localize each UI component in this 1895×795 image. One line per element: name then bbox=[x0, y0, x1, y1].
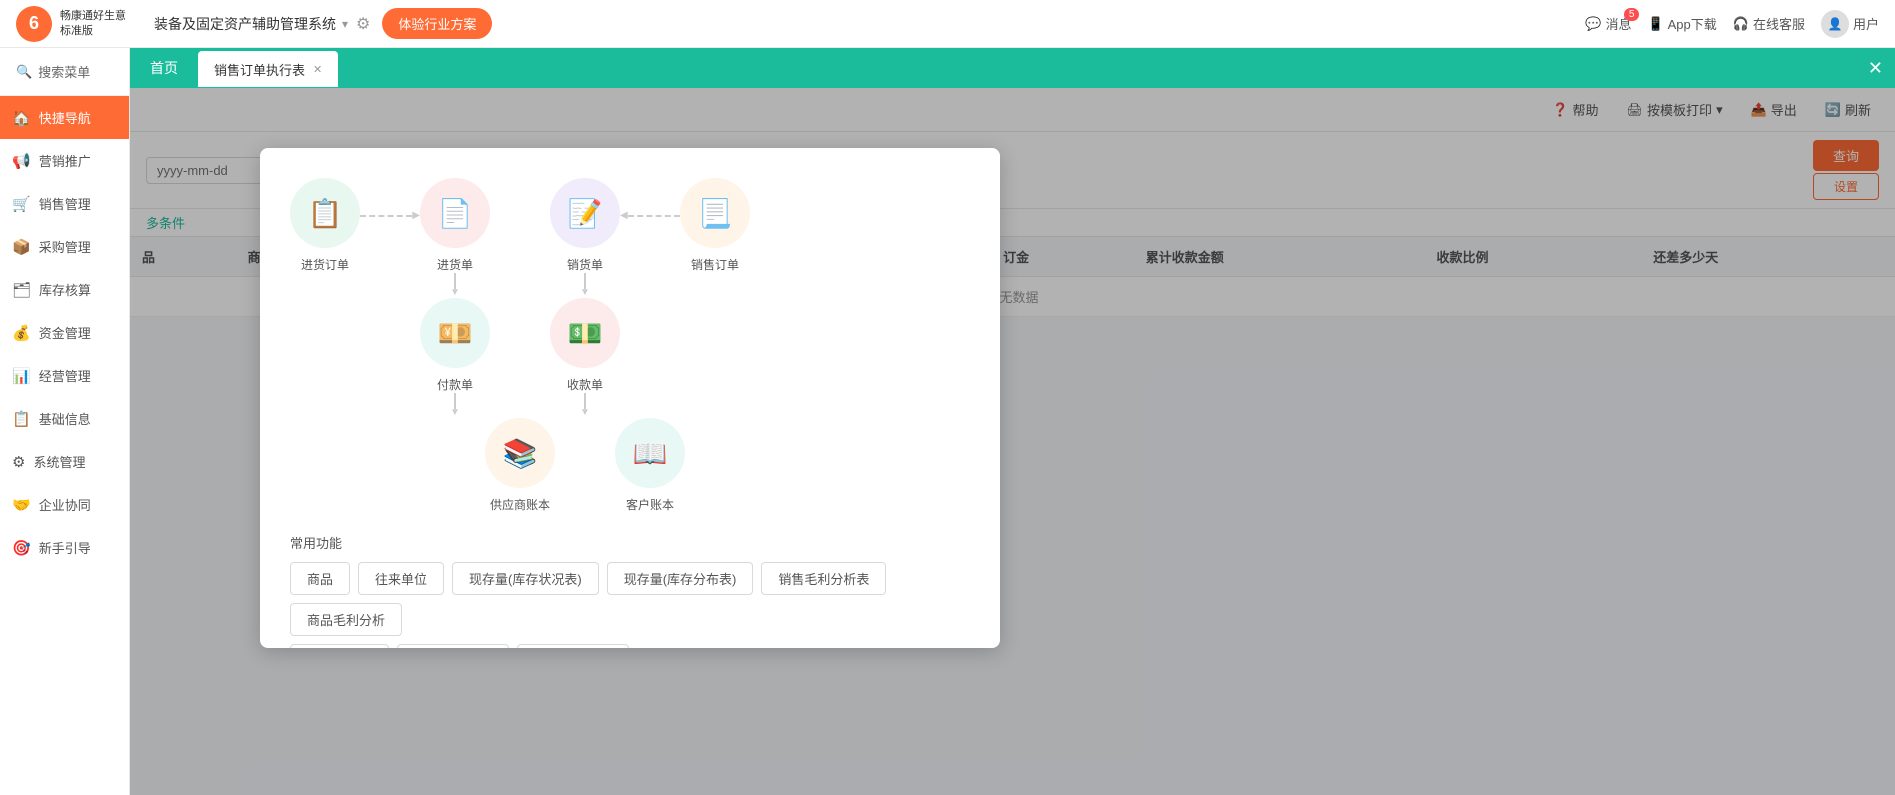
message-btn[interactable]: 💬 消息 5 bbox=[1585, 14, 1631, 33]
online-service-btn[interactable]: 🎧 在线客服 bbox=[1733, 14, 1805, 33]
message-badge: 5 bbox=[1624, 8, 1640, 21]
func-btn-stock-dist[interactable]: 现存量(库存分布表) bbox=[607, 562, 754, 595]
gear-icon[interactable]: ⚙ bbox=[356, 14, 370, 34]
guide-icon: 🎯 bbox=[12, 539, 31, 557]
search-icon: 🔍 bbox=[16, 64, 32, 80]
logo-area: 6 畅康通好生意 标准版 bbox=[16, 6, 146, 42]
sidebar-item-guide[interactable]: 🎯 新手引导 bbox=[0, 526, 129, 569]
purchase-order-icon: 📋 bbox=[290, 178, 360, 248]
top-bar: 6 畅康通好生意 标准版 装备及固定资产辅助管理系统 ▾ ⚙ 体验行业方案 💬 … bbox=[0, 0, 1895, 48]
purchase-slip-icon: 📄 bbox=[420, 178, 490, 248]
marketing-icon: 📢 bbox=[12, 152, 31, 170]
headset-icon: 🎧 bbox=[1733, 16, 1749, 32]
message-icon: 💬 bbox=[1585, 16, 1601, 32]
system-icon: ⚙ bbox=[12, 453, 25, 471]
func-btn-sales-profit[interactable]: 销售毛利分析表 bbox=[761, 562, 886, 595]
flow-node-customer-ledger[interactable]: 📖 客户账本 bbox=[615, 418, 685, 513]
top-bar-right: 💬 消息 5 📱 App下载 🎧 在线客服 👤 用户 bbox=[1585, 10, 1879, 38]
func-btn-partner[interactable]: 往来单位 bbox=[358, 562, 444, 595]
flow-node-payment-in[interactable]: 💵 收款单 bbox=[550, 298, 620, 393]
home-icon: 🏠 bbox=[12, 109, 31, 127]
sales-slip-icon: 📝 bbox=[550, 178, 620, 248]
close-all-btn[interactable]: ✕ bbox=[1868, 58, 1883, 79]
sidebar-item-base-info[interactable]: 📋 基础信息 bbox=[0, 397, 129, 440]
sidebar-item-sales[interactable]: 🛒 销售管理 bbox=[0, 182, 129, 225]
sidebar-item-inventory[interactable]: 🗂 库存核算 bbox=[0, 268, 129, 311]
logo-text: 畅康通好生意 标准版 bbox=[60, 9, 126, 38]
func-btn-sales-rank[interactable]: 销售排行榜 bbox=[290, 644, 389, 648]
common-functions-title: 常用功能 bbox=[290, 533, 970, 552]
func-btn-product-profit[interactable]: 商品毛利分析 bbox=[290, 603, 402, 636]
flow-node-purchase-slip[interactable]: 📄 进货单 bbox=[420, 178, 490, 273]
collab-icon: 🤝 bbox=[12, 496, 31, 514]
base-info-icon: 📋 bbox=[12, 410, 31, 428]
sidebar-search[interactable]: 🔍 搜索菜单 bbox=[0, 48, 129, 96]
common-functions: 常用功能 商品 往来单位 现存量(库存状况表) 现存量(库存分布表) 销售毛利分… bbox=[290, 533, 970, 648]
func-btn-payment-stats[interactable]: 付款情况统计 bbox=[517, 644, 629, 648]
sidebar-item-quick-nav[interactable]: 🏠 快捷导航 bbox=[0, 96, 129, 139]
finance-icon: 💰 bbox=[12, 324, 31, 342]
tab-close-icon[interactable]: ✕ bbox=[313, 63, 322, 76]
experience-btn[interactable]: 体验行业方案 bbox=[382, 8, 492, 39]
func-btn-stock-status[interactable]: 现存量(库存状况表) bbox=[452, 562, 599, 595]
func-btn-receipt-stats[interactable]: 收款情况统计 bbox=[397, 644, 509, 648]
sidebar-item-marketing[interactable]: 📢 营销推广 bbox=[0, 139, 129, 182]
logo-icon: 6 bbox=[16, 6, 52, 42]
app-download-btn[interactable]: 📱 App下载 bbox=[1647, 14, 1716, 33]
sidebar-item-system[interactable]: ⚙ 系统管理 bbox=[0, 440, 129, 483]
inventory-icon: 🗂 bbox=[12, 281, 31, 299]
tab-bar: 首页 销售订单执行表 ✕ ✕ bbox=[130, 48, 1895, 88]
modal-box: 📋 进货订单 ▶ bbox=[260, 148, 1000, 648]
flow-node-supplier-ledger[interactable]: 📚 供应商账本 bbox=[485, 418, 555, 513]
sidebar-item-finance[interactable]: 💰 资金管理 bbox=[0, 311, 129, 354]
sales-icon: 🛒 bbox=[12, 195, 31, 213]
sales-order-icon: 📃 bbox=[680, 178, 750, 248]
func-btn-product[interactable]: 商品 bbox=[290, 562, 350, 595]
sidebar: 🔍 搜索菜单 🏠 快捷导航 📢 营销推广 🛒 销售管理 📦 采购管理 bbox=[0, 48, 130, 795]
tab-sales-order[interactable]: 销售订单执行表 ✕ bbox=[198, 51, 338, 87]
tab-home[interactable]: 首页 bbox=[130, 48, 198, 88]
purchase-icon: 📦 bbox=[12, 238, 31, 256]
system-title: 装备及固定资产辅助管理系统 ▾ bbox=[154, 14, 348, 34]
function-row-1: 商品 往来单位 现存量(库存状况表) 现存量(库存分布表) 销售毛利分析表 商品… bbox=[290, 562, 970, 636]
flow-node-sales-slip[interactable]: 📝 销货单 bbox=[550, 178, 620, 273]
phone-icon: 📱 bbox=[1647, 16, 1663, 32]
flow-node-payment-out[interactable]: 💴 付款单 bbox=[420, 298, 490, 393]
operations-icon: 📊 bbox=[12, 367, 31, 385]
user-menu-btn[interactable]: 👤 用户 bbox=[1821, 10, 1879, 38]
flow-diagram: 📋 进货订单 ▶ bbox=[290, 178, 970, 513]
flow-node-sales-order[interactable]: 📃 销售订单 bbox=[680, 178, 750, 273]
avatar: 👤 bbox=[1821, 10, 1849, 38]
page-body: ❓ 帮助 🖨 按模板打印 ▾ 📤 导出 🔄 bbox=[130, 88, 1895, 795]
payment-out-icon: 💴 bbox=[420, 298, 490, 368]
payment-in-icon: 💵 bbox=[550, 298, 620, 368]
flow-node-purchase-order[interactable]: 📋 进货订单 bbox=[290, 178, 360, 273]
modal-overlay: 📋 进货订单 ▶ bbox=[130, 88, 1895, 795]
sidebar-item-collab[interactable]: 🤝 企业协同 bbox=[0, 483, 129, 526]
sidebar-item-operations[interactable]: 📊 经营管理 bbox=[0, 354, 129, 397]
customer-ledger-icon: 📖 bbox=[615, 418, 685, 488]
supplier-ledger-icon: 📚 bbox=[485, 418, 555, 488]
function-row-2: 销售排行榜 收款情况统计 付款情况统计 bbox=[290, 644, 970, 648]
sidebar-item-purchase[interactable]: 📦 采购管理 bbox=[0, 225, 129, 268]
dropdown-arrow-icon[interactable]: ▾ bbox=[342, 17, 348, 31]
